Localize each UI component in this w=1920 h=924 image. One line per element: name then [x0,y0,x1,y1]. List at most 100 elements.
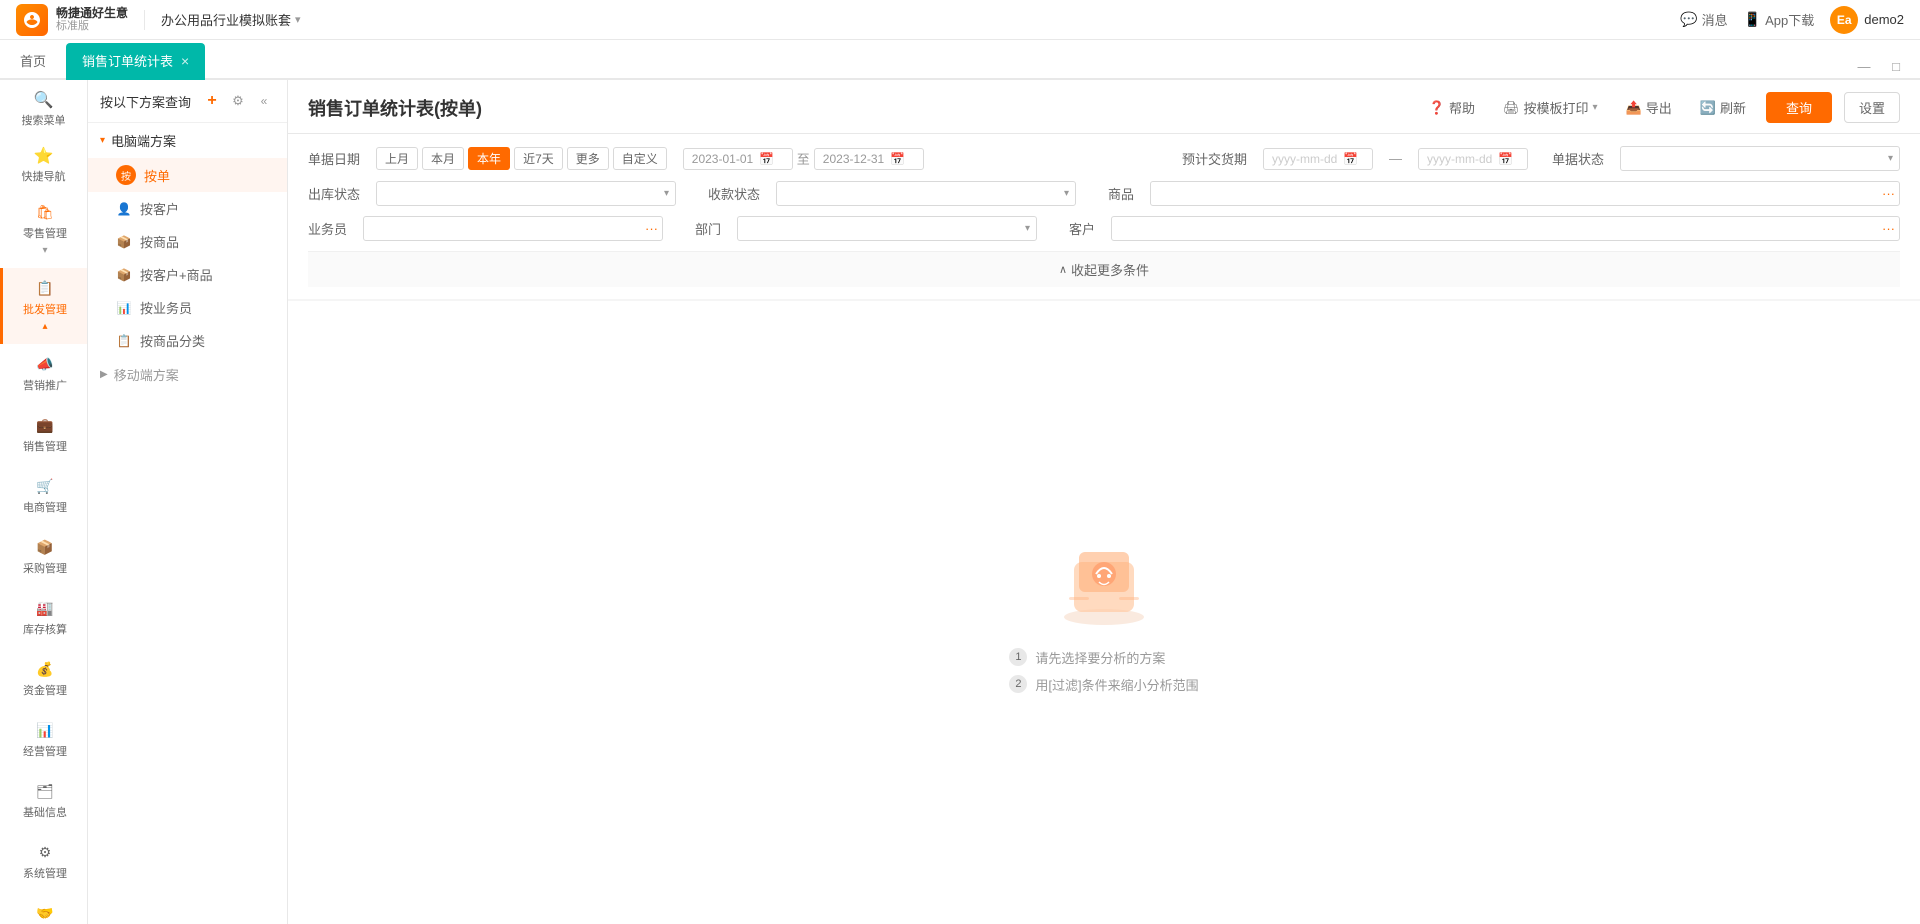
goods-icon: 📦 [116,234,132,250]
tab-maximize-btn[interactable]: □ [1884,54,1908,78]
customer-more-btn[interactable]: ··· [1878,221,1899,236]
scheme-item-by-customer[interactable]: 👤 按客户 [88,192,287,225]
filter-row-person: 业务员 ··· 部门 ▾ 客户 ··· [308,216,1900,241]
empty-tip-2: 2 用[过滤]条件来缩小分析范围 [1009,675,1198,694]
ship-status-input[interactable] [377,182,664,205]
empty-tips: 1 请先选择要分析的方案 2 用[过滤]条件来缩小分析范围 [1009,648,1198,694]
query-btn[interactable]: 查询 [1766,92,1832,123]
scheme-active-icon: 按 [116,165,136,185]
scheme-group-mobile: ▶ 移动端方案 [88,357,287,392]
user-profile[interactable]: Ea demo2 [1830,6,1904,34]
order-status-input[interactable] [1621,147,1888,170]
tip-num-2: 2 [1009,675,1027,693]
scheme-collapse-btn[interactable]: « [253,90,275,112]
goods-input-wrap[interactable]: ··· [1150,181,1900,206]
salesperson-input-wrap[interactable]: ··· [363,216,663,241]
scheme-group-pc-header[interactable]: ▾ 电脑端方案 [88,123,287,158]
sidebar-item-purchase[interactable]: 📦 采购管理 [0,527,87,588]
sidebar-item-wholesale[interactable]: 📋 批发管理 ▴ [0,268,87,344]
customer-input-wrap[interactable]: ··· [1111,216,1900,241]
date-btn-last-7days[interactable]: 近7天 [514,147,563,170]
help-icon: ❓ [1429,100,1445,116]
order-status-select-wrap[interactable]: ▾ [1620,146,1900,171]
date-btn-last-month[interactable]: 上月 [376,147,418,170]
calendar-icon: 📅 [759,152,774,166]
calendar-icon-2: 📅 [890,152,905,166]
sidebar-item-operations[interactable]: 📊 经营管理 [0,710,87,771]
page-header: 销售订单统计表(按单) ❓ 帮助 🖨 按模板打印 ▾ 📤 [288,80,1920,134]
salesperson-input[interactable] [364,217,641,240]
scheme-item-by-customer-goods[interactable]: 📦 按客户+商品 [88,258,287,291]
right-panel: 销售订单统计表(按单) ❓ 帮助 🖨 按模板打印 ▾ 📤 [288,80,1920,924]
customer-input[interactable] [1112,217,1878,240]
tab-sales-order-stat[interactable]: 销售订单统计表 × [66,43,205,80]
sidebar-item-basic-info[interactable]: 🗂 基础信息 [0,771,87,832]
print-dropdown-icon[interactable]: ▾ [1593,102,1598,113]
receipt-status-input[interactable] [777,182,1064,205]
workspace-title[interactable]: 办公用品行业模拟账套 ▾ [161,10,301,29]
sidebar-search[interactable]: 🔍 搜索菜单 [0,80,87,138]
dept-wrap[interactable]: ▾ [737,216,1037,241]
refresh-btn[interactable]: 🔄 刷新 [1692,94,1754,121]
sidebar-item-inventory[interactable]: 🏭 库存核算 [0,588,87,649]
scheme-item-by-order[interactable]: 按 按单 [88,158,287,192]
collapse-bar[interactable]: ∧ 收起更多条件 [308,251,1900,287]
customer-label: 客户 [1069,219,1095,238]
scheme-settings-btn[interactable]: ⚙ [227,90,249,112]
help-btn[interactable]: ❓ 帮助 [1421,94,1483,121]
date-start-input[interactable]: 2023-01-01 📅 [683,148,793,170]
sidebar-item-system[interactable]: ⚙ 系统管理 [0,832,87,893]
scheme-item-by-category[interactable]: 📋 按商品分类 [88,324,287,357]
date-btn-this-year[interactable]: 本年 [468,147,510,170]
scheme-item-by-salesperson[interactable]: 📊 按业务员 [88,291,287,324]
scheme-group-pc: ▾ 电脑端方案 按 按单 👤 按客户 📦 按商品 📦 按客户+ [88,123,287,357]
sidebar-item-retail[interactable]: 🛍 零售管理 ▾ [0,192,87,268]
brand-info: 畅捷通好生意 标准版 [56,6,128,34]
template-print-btn[interactable]: 🖨 按模板打印 ▾ [1495,94,1606,121]
scheme-add-btn[interactable]: + [201,90,223,112]
date-end-input[interactable]: 2023-12-31 📅 [814,148,924,170]
sidebar-quick-nav[interactable]: ⭐ 快捷导航 [0,138,87,192]
filter-row-date: 单据日期 上月 本月 本年 近7天 更多 自定义 2023-01-01 📅 [308,146,1900,171]
export-btn[interactable]: 📤 导出 [1618,94,1680,121]
salesperson-more-btn[interactable]: ··· [641,221,662,236]
message-btn[interactable]: 💬 消息 [1680,10,1727,29]
sidebar-item-marketing[interactable]: 📣 营销推广 [0,344,87,405]
app-download-btn[interactable]: 📱 App下载 [1744,10,1815,29]
category-icon: 📋 [116,333,132,349]
filter-area: 单据日期 上月 本月 本年 近7天 更多 自定义 2023-01-01 📅 [288,134,1920,299]
receipt-status-wrap[interactable]: ▾ [776,181,1076,206]
sidebar-item-finance[interactable]: 💰 资金管理 [0,649,87,710]
goods-input[interactable] [1151,182,1878,205]
date-btn-more[interactable]: 更多 [567,147,609,170]
dept-label: 部门 [695,219,721,238]
sidebar-item-ecommerce[interactable]: 🛒 电商管理 [0,466,87,527]
pc-group-label: 电脑端方案 [111,131,176,150]
tab-home[interactable]: 首页 [0,43,66,80]
settings-btn[interactable]: 设置 [1844,92,1900,123]
order-status-label: 单据状态 [1552,149,1604,168]
ship-status-wrap[interactable]: ▾ [376,181,676,206]
tab-minimize-btn[interactable]: — [1852,54,1876,78]
date-btn-this-month[interactable]: 本月 [422,147,464,170]
sidebar-item-enterprise[interactable]: 🤝 企业协同 [0,893,87,924]
date-btn-custom[interactable]: 自定义 [613,147,667,170]
expected-date-start[interactable]: yyyy-mm-dd 📅 [1263,148,1373,170]
workspace-dropdown-icon[interactable]: ▾ [295,13,301,26]
empty-illustration [1044,532,1164,632]
print-icon: 🖨 [1503,100,1520,116]
sidebar-item-sales[interactable]: 💼 销售管理 [0,405,87,466]
phone-icon: 📱 [1744,11,1761,28]
dept-input[interactable] [738,217,1025,240]
empty-state: 1 请先选择要分析的方案 2 用[过滤]条件来缩小分析范围 [288,301,1920,924]
page-header-top: 销售订单统计表(按单) ❓ 帮助 🖨 按模板打印 ▾ 📤 [308,92,1900,133]
customer-goods-icon: 📦 [116,267,132,283]
topbar-right: 💬 消息 📱 App下载 Ea demo2 [1680,6,1904,34]
tab-close-icon[interactable]: × [181,53,189,69]
scheme-panel-header: 按以下方案查询 + ⚙ « [88,80,287,123]
scheme-item-by-goods[interactable]: 📦 按商品 [88,225,287,258]
scheme-group-mobile-header[interactable]: ▶ 移动端方案 [88,357,287,392]
tabbar: 首页 销售订单统计表 × — □ [0,40,1920,80]
expected-date-end[interactable]: yyyy-mm-dd 📅 [1418,148,1528,170]
goods-more-btn[interactable]: ··· [1878,186,1899,201]
